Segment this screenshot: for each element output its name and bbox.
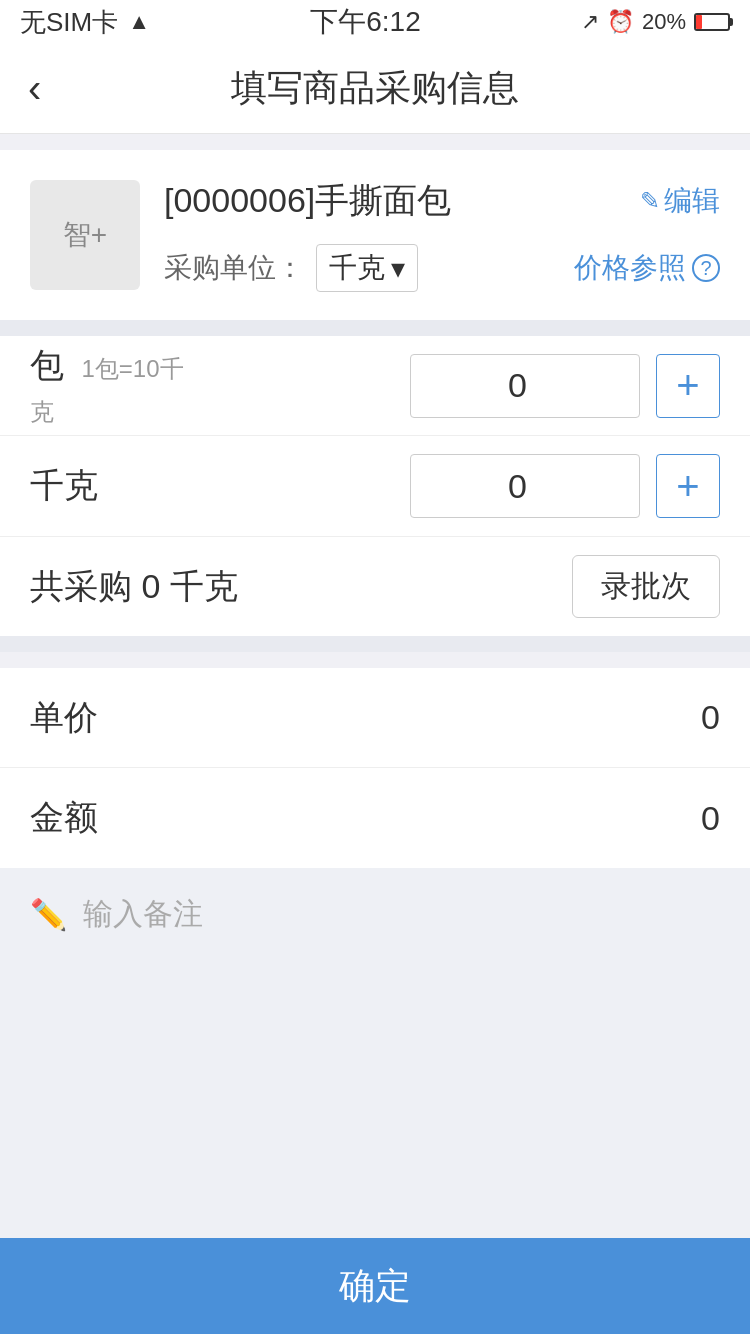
remark-section[interactable]: ✏️ 输入备注 (0, 868, 750, 961)
edit-label: 编辑 (664, 182, 720, 220)
remark-placeholder: 输入备注 (83, 894, 203, 935)
divider-2 (0, 636, 750, 652)
product-name-row: [0000006]手撕面包 ✎ 编辑 (164, 178, 720, 224)
bao-input-row: 包 1包=10千克 + (0, 336, 750, 436)
summary-row: 共采购 0 千克 录批次 (0, 536, 750, 636)
status-right: ↗ ⏰ 20% (581, 9, 730, 35)
unit-price-label: 单价 (30, 695, 98, 741)
product-logo-text: 智+ (63, 216, 107, 254)
product-image: 智+ (30, 180, 140, 290)
product-info: [0000006]手撕面包 ✎ 编辑 采购单位： 千克 ▾ 价格参照 ? (164, 178, 720, 292)
confirm-button[interactable]: 确定 (0, 1238, 750, 1334)
plus-icon-2: + (676, 464, 699, 509)
price-section: 单价 0 金额 0 (0, 668, 750, 868)
kg-label: 千克 (30, 463, 190, 509)
kg-input-right: + (190, 454, 720, 518)
bao-input-right: + (190, 354, 720, 418)
battery-icon (694, 13, 730, 31)
status-left: 无SIM卡 ▲ (20, 5, 150, 40)
bao-label: 包 1包=10千克 (30, 343, 190, 428)
edit-icon: ✎ (640, 187, 660, 215)
info-icon: ? (692, 254, 720, 282)
alarm-icon: ⏰ (607, 9, 634, 35)
kg-plus-button[interactable]: + (656, 454, 720, 518)
amount-label: 金额 (30, 795, 98, 841)
unit-selector-area: 采购单位： 千克 ▾ (164, 244, 418, 292)
back-button[interactable]: ‹ (28, 66, 41, 111)
unit-row: 采购单位： 千克 ▾ 价格参照 ? (164, 244, 720, 292)
unit-label: 采购单位： (164, 249, 304, 287)
page-title: 填写商品采购信息 (231, 64, 519, 113)
unit-price-row: 单价 0 (0, 668, 750, 768)
bao-plus-button[interactable]: + (656, 354, 720, 418)
unit-price-value: 0 (701, 698, 720, 737)
product-name: [0000006]手撕面包 (164, 178, 451, 224)
carrier-label: 无SIM卡 (20, 5, 118, 40)
edit-button[interactable]: ✎ 编辑 (640, 182, 720, 220)
location-icon: ↗ (581, 9, 599, 35)
unit-value: 千克 (329, 249, 385, 287)
summary-text: 共采购 0 千克 (30, 564, 238, 610)
amount-value: 0 (701, 799, 720, 838)
status-bar: 无SIM卡 ▲ 下午6:12 ↗ ⏰ 20% (0, 0, 750, 44)
pencil-icon: ✏️ (30, 897, 67, 932)
status-time: 下午6:12 (310, 3, 421, 41)
unit-select[interactable]: 千克 ▾ (316, 244, 418, 292)
bao-quantity-input[interactable] (410, 354, 640, 418)
nav-bar: ‹ 填写商品采购信息 (0, 44, 750, 134)
empty-content-area (0, 961, 750, 1281)
quantity-input-section: 包 1包=10千克 + 千克 + (0, 336, 750, 536)
price-ref-label: 价格参照 (574, 249, 686, 287)
price-ref-button[interactable]: 价格参照 ? (574, 249, 720, 287)
divider-1 (0, 320, 750, 336)
battery-fill (696, 15, 702, 29)
plus-icon: + (676, 363, 699, 408)
product-card: 智+ [0000006]手撕面包 ✎ 编辑 采购单位： 千克 ▾ 价格参照 ? (0, 150, 750, 320)
battery-percent: 20% (642, 9, 686, 35)
amount-row: 金额 0 (0, 768, 750, 868)
batch-button[interactable]: 录批次 (572, 555, 720, 618)
wifi-icon: ▲ (128, 9, 150, 35)
kg-quantity-input[interactable] (410, 454, 640, 518)
chevron-down-icon: ▾ (391, 252, 405, 285)
kg-input-row: 千克 + (0, 436, 750, 536)
